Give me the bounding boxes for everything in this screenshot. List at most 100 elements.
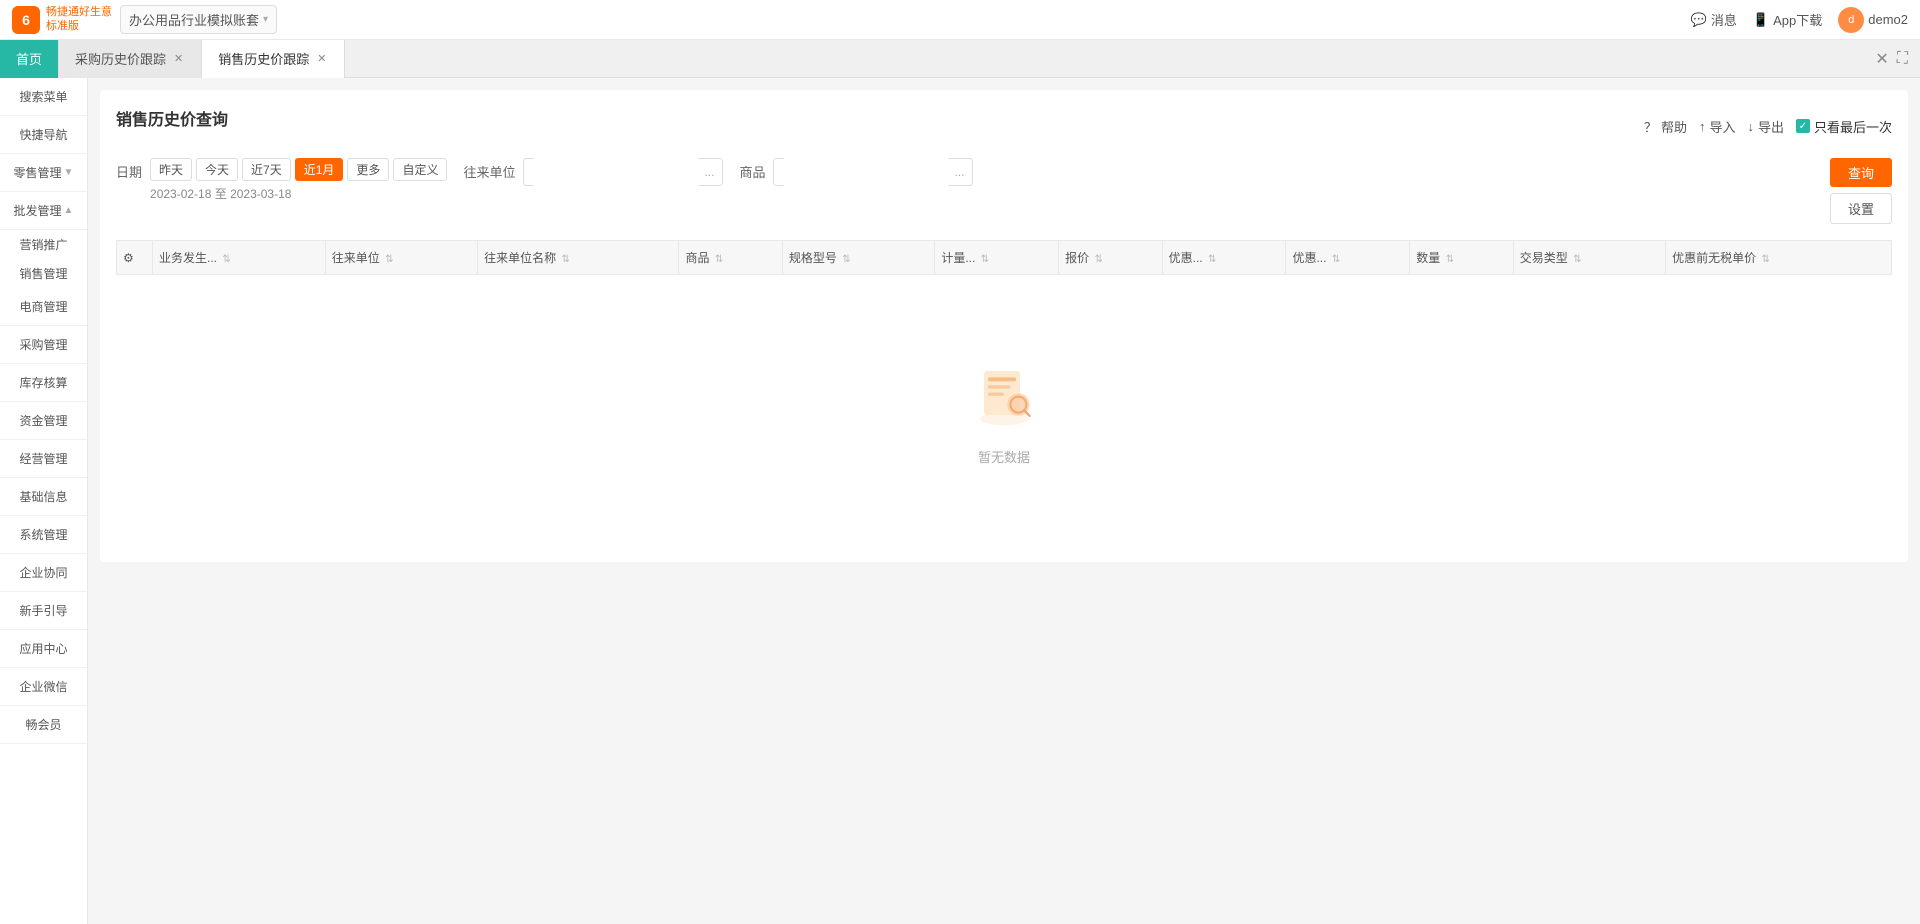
- sidebar-item-wholesale-mgmt[interactable]: 批发管理 ▲: [0, 192, 87, 230]
- avatar: d: [1838, 7, 1864, 33]
- app-selector[interactable]: 办公用品行业模拟账套 ▾: [120, 5, 277, 34]
- th-quantity[interactable]: 数量 ⇅: [1410, 241, 1513, 275]
- date-btn-today[interactable]: 今天: [196, 158, 238, 181]
- sidebar-item-base-info[interactable]: 基础信息: [0, 478, 87, 516]
- query-button[interactable]: 查询: [1830, 158, 1892, 187]
- date-btn-custom[interactable]: 自定义: [393, 158, 447, 181]
- content-area: 销售历史价查询 ？ 帮助 ↑ 导入 ↓ 导出 ✓: [88, 78, 1920, 924]
- help-button[interactable]: ？ 帮助: [1644, 117, 1687, 136]
- import-icon: ↑: [1699, 119, 1706, 134]
- wholesale-mgmt-arrow: ▲: [64, 205, 74, 216]
- last-once-checkbox[interactable]: ✓ 只看最后一次: [1796, 117, 1892, 136]
- date-label: 日期: [116, 158, 142, 181]
- tab-home[interactable]: 首页: [0, 40, 59, 78]
- th-quote[interactable]: 报价 ⇅: [1059, 241, 1162, 275]
- sidebar-item-marketing[interactable]: 营销推广: [8, 230, 79, 259]
- sidebar-item-app-center[interactable]: 应用中心: [0, 630, 87, 668]
- sidebar-item-beginner[interactable]: 新手引导: [0, 592, 87, 630]
- th-gear[interactable]: ⚙: [117, 241, 153, 275]
- date-btn-more[interactable]: 更多: [347, 158, 389, 181]
- vip-member-label: 畅会员: [25, 716, 61, 733]
- tab-purchase-label: 采购历史价跟踪: [75, 49, 166, 68]
- tab-purchase-history[interactable]: 采购历史价跟踪 ✕: [59, 40, 202, 78]
- app-download-action[interactable]: 📱 App下载: [1753, 10, 1822, 29]
- goods-input-wrapper[interactable]: ...: [773, 158, 973, 186]
- th-partner-name[interactable]: 往来单位名称 ⇅: [478, 241, 679, 275]
- purchase-mgmt-label: 采购管理: [19, 336, 67, 353]
- import-button[interactable]: ↑ 导入: [1699, 117, 1736, 136]
- sales-mgmt-label: 销售管理: [19, 265, 67, 282]
- th-partner-code[interactable]: 往来单位 ⇅: [325, 241, 477, 275]
- sort-icon-quote: ⇅: [1095, 254, 1103, 265]
- partner-input[interactable]: [532, 158, 700, 186]
- th-pre-tax-label: 优惠前无税单价: [1672, 251, 1756, 265]
- query-actions: 查询 设置: [1830, 158, 1892, 224]
- goods-input[interactable]: [782, 158, 950, 186]
- finance-label: 资金管理: [19, 412, 67, 429]
- partner-filter-group: 往来单位 ...: [463, 158, 723, 186]
- operations-label: 经营管理: [19, 450, 67, 467]
- th-unit[interactable]: 计量... ⇅: [935, 241, 1059, 275]
- sort-icon-spec: ⇅: [842, 254, 850, 265]
- ecommerce-mgmt-label: 电商管理: [19, 298, 67, 315]
- tab-purchase-close[interactable]: ✕: [172, 50, 185, 67]
- search-menu-label: 搜索菜单: [19, 88, 67, 105]
- export-label: 导出: [1758, 117, 1784, 136]
- tab-sales-close[interactable]: ✕: [315, 50, 328, 67]
- sidebar-item-search-menu[interactable]: 搜索菜单: [0, 78, 87, 116]
- checkbox-icon: ✓: [1796, 119, 1810, 133]
- date-btn-7days[interactable]: 近7天: [242, 158, 291, 181]
- export-button[interactable]: ↓ 导出: [1747, 117, 1784, 136]
- sidebar-item-ecommerce-mgmt[interactable]: 电商管理: [0, 288, 87, 326]
- sidebar-item-finance[interactable]: 资金管理: [0, 402, 87, 440]
- retail-mgmt-arrow: ▼: [64, 167, 74, 178]
- user-area[interactable]: d demo2: [1838, 7, 1908, 33]
- sort-icon-pre-tax: ⇅: [1762, 254, 1770, 265]
- sidebar-item-vip-member[interactable]: 畅会员: [0, 706, 87, 744]
- th-discount1[interactable]: 优惠... ⇅: [1162, 241, 1286, 275]
- th-discount2[interactable]: 优惠... ⇅: [1286, 241, 1410, 275]
- sidebar-item-sales-mgmt[interactable]: 销售管理: [8, 259, 79, 288]
- tab-close-all-icon[interactable]: ✕: [1875, 49, 1888, 69]
- sidebar-item-enterprise-wechat[interactable]: 企业微信: [0, 668, 87, 706]
- filter-bar: 日期 昨天 今天 近7天 近1月 更多 自定义 2023-02-18 至 202…: [116, 158, 1892, 224]
- tab-sales-label: 销售历史价跟踪: [218, 49, 309, 68]
- table-header-row: ⚙ 业务发生... ⇅ 往来单位 ⇅ 往来单位名称 ⇅: [117, 241, 1892, 275]
- wholesale-mgmt-row: 批发管理 ▲: [14, 202, 74, 219]
- page-title: 销售历史价查询: [116, 106, 228, 130]
- tab-home-label: 首页: [16, 49, 42, 68]
- partner-input-wrapper[interactable]: ...: [523, 158, 723, 186]
- app-center-label: 应用中心: [19, 640, 67, 657]
- tab-sales-history[interactable]: 销售历史价跟踪 ✕: [202, 40, 345, 78]
- sidebar-item-operations[interactable]: 经营管理: [0, 440, 87, 478]
- tab-fullscreen-icon[interactable]: ⛶: [1897, 50, 1908, 68]
- th-biz-date[interactable]: 业务发生... ⇅: [153, 241, 326, 275]
- th-pre-tax[interactable]: 优惠前无税单价 ⇅: [1666, 241, 1892, 275]
- th-goods[interactable]: 商品 ⇅: [679, 241, 782, 275]
- marketing-label: 营销推广: [19, 236, 67, 253]
- message-label: 消息: [1711, 10, 1737, 29]
- sidebar-item-system-mgmt[interactable]: 系统管理: [0, 516, 87, 554]
- date-btn-yesterday[interactable]: 昨天: [150, 158, 192, 181]
- logo-area: 6 畅捷通好生意 标准版: [12, 6, 112, 34]
- sidebar-item-retail-mgmt[interactable]: 零售管理 ▼: [0, 154, 87, 192]
- th-quote-label: 报价: [1065, 251, 1089, 265]
- app-selector-label: 办公用品行业模拟账套: [129, 10, 259, 29]
- sidebar-item-enterprise[interactable]: 企业协同: [0, 554, 87, 592]
- wholesale-mgmt-label: 批发管理: [14, 202, 62, 219]
- sidebar-item-inventory[interactable]: 库存核算: [0, 364, 87, 402]
- th-spec[interactable]: 规格型号 ⇅: [782, 241, 934, 275]
- sidebar-item-purchase-mgmt[interactable]: 采购管理: [0, 326, 87, 364]
- settings-button[interactable]: 设置: [1830, 193, 1892, 224]
- message-action[interactable]: 💬 消息: [1691, 10, 1737, 29]
- sort-icon-trade-type: ⇅: [1573, 254, 1581, 265]
- goods-label: 商品: [739, 158, 765, 181]
- goods-dots: ...: [954, 165, 964, 179]
- help-icon: ？: [1644, 117, 1657, 136]
- empty-text: 暂无数据: [978, 447, 1030, 466]
- date-btn-1month[interactable]: 近1月: [295, 158, 344, 181]
- th-trade-type[interactable]: 交易类型 ⇅: [1513, 241, 1665, 275]
- logo-icon: 6: [12, 6, 40, 34]
- sidebar-item-quick-nav[interactable]: 快捷导航: [0, 116, 87, 154]
- base-info-label: 基础信息: [19, 488, 67, 505]
